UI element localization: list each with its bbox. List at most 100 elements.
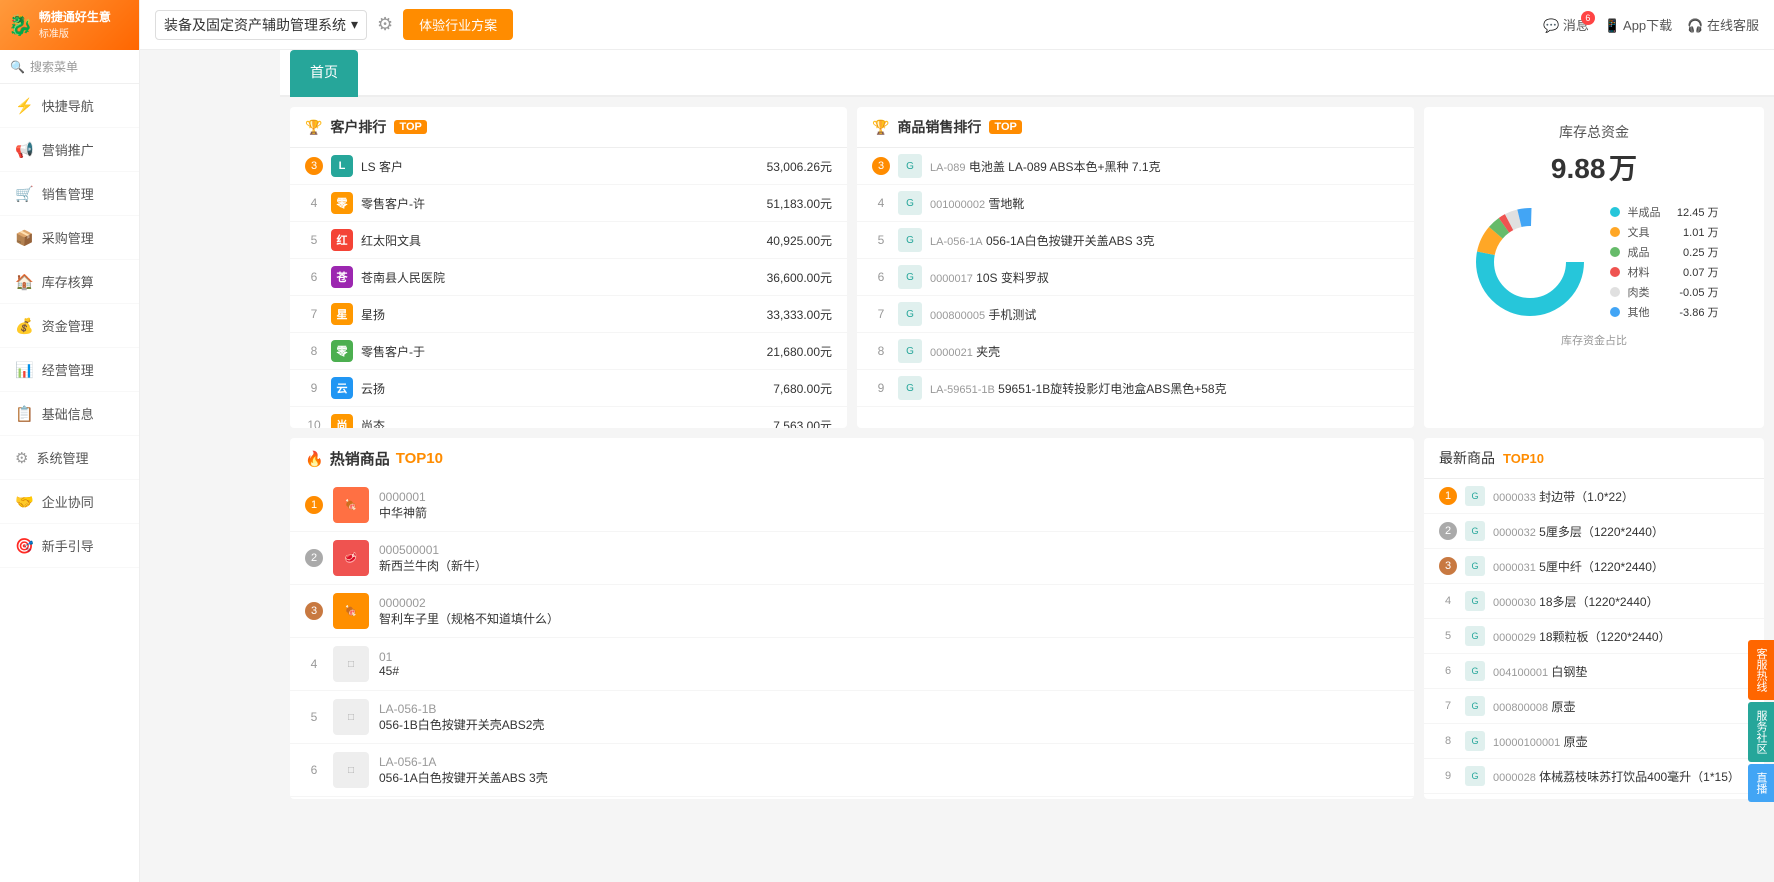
sidebar-item-label: 营销推广	[42, 140, 94, 159]
app-download-label: App下载	[1623, 18, 1672, 33]
product-name: 45#	[379, 664, 1399, 678]
amount: 51,183.00元	[767, 195, 832, 212]
sidebar-item-system[interactable]: ⚙ 系统管理	[0, 436, 139, 480]
product-code: 0000001	[379, 490, 1399, 504]
top-grid: 🏆 客户排行 TOP 3 L LS 客户 53,006.26元 4 零 零售客户…	[280, 97, 1774, 438]
product-code: LA-056-1B	[379, 702, 1399, 716]
product-info: LA-59651-1B 59651-1B旋转投影灯电池盒ABS黑色+58克	[930, 380, 1399, 397]
product-code: 000800005	[930, 310, 985, 322]
amount: 36,600.00元	[767, 269, 832, 286]
sidebar-item-operation[interactable]: 📊 经营管理	[0, 348, 139, 392]
newest-products-header: 最新商品 TOP10	[1424, 438, 1764, 479]
rank-number: 7	[305, 307, 323, 321]
table-row: 7 G 000800005 手机测试	[857, 296, 1414, 333]
logo-sub: 标准版	[39, 25, 111, 40]
cs-community-button[interactable]: 服务社区	[1748, 702, 1774, 762]
list-item: 2 G 0000032 5厘多层（1220*2440）	[1424, 514, 1764, 549]
app-download[interactable]: 📱 App下载	[1604, 15, 1672, 34]
mobile-icon: 📱	[1604, 18, 1620, 33]
product-info: LA-056-1B 056-1B白色按键开关壳ABS2壳	[379, 702, 1399, 733]
inventory-panel: 库存总资金 9.88 万 半成品	[1424, 107, 1764, 428]
list-item: 1 🍖 0000001 中华神箭	[290, 479, 1414, 532]
product-name: 056-1A白色按键开关盖ABS 3壳	[379, 769, 1399, 786]
product-info: 000800005 手机测试	[930, 306, 1399, 323]
dropdown-icon: ▾	[351, 16, 358, 33]
cs-live-button[interactable]: 直播	[1748, 764, 1774, 802]
main-content: 首页 🏆 客户排行 TOP 3 L LS 客户 53,006.26元 4 零	[280, 50, 1774, 882]
amount: 7,563.00元	[773, 417, 832, 429]
customer-name: 尚态	[361, 417, 765, 429]
customer-name: 零售客户-于	[361, 343, 759, 360]
rank-number: 3	[305, 602, 323, 620]
rank-number: 9	[872, 381, 890, 395]
product-thumb: 🍖	[333, 487, 369, 523]
table-row: 4 零 零售客户-许 51,183.00元	[290, 185, 847, 222]
sidebar-item-label: 企业协同	[42, 492, 94, 511]
product-thumb: G	[898, 228, 922, 252]
search-label: 搜索菜单	[30, 58, 78, 75]
rank-number: 5	[305, 710, 323, 724]
top-badge: TOP	[394, 120, 426, 134]
gear-icon[interactable]: ⚙	[377, 14, 393, 35]
sidebar-item-finance[interactable]: 💰 资金管理	[0, 304, 139, 348]
sidebar-item-guide[interactable]: 🎯 新手引导	[0, 524, 139, 568]
rank-number: 8	[872, 344, 890, 358]
sidebar-item-quick-nav[interactable]: ⚡ 快捷导航	[0, 84, 139, 128]
rank-number: 5	[872, 233, 890, 247]
product-info: 0000002 智利车子里（规格不知道填什么）	[379, 596, 1399, 627]
basic-icon: 📋	[15, 405, 34, 423]
product-info: LA-056-1A 056-1A白色按键开关盖ABS 3壳	[379, 755, 1399, 786]
legend-label: 其他	[1628, 304, 1661, 320]
rank-number: 8	[1439, 732, 1457, 750]
marketing-icon: 📢	[15, 141, 34, 159]
product-name: 新西兰牛肉（新牛）	[379, 557, 1399, 574]
list-item: 2 🥩 000500001 新西兰牛肉（新牛）	[290, 532, 1414, 585]
table-row: 6 G 0000017 10S 变料罗叔	[857, 259, 1414, 296]
list-item: 10 G 003800001 22g鱼豆腐-烧烤味（1*12*20）	[1424, 794, 1764, 799]
legend-value: 12.45 万	[1669, 204, 1719, 220]
legend-dot	[1610, 227, 1620, 237]
sidebar-item-purchase[interactable]: 📦 采购管理	[0, 216, 139, 260]
rank-number: 3	[305, 157, 323, 175]
table-row: 10 尚 尚态 7,563.00元	[290, 407, 847, 428]
rank-number: 2	[305, 549, 323, 567]
sidebar-item-basic[interactable]: 📋 基础信息	[0, 392, 139, 436]
sidebar-item-label: 新手引导	[42, 536, 94, 555]
online-service[interactable]: 🎧 在线客服	[1687, 15, 1759, 34]
online-service-label: 在线客服	[1707, 18, 1759, 33]
table-row: 8 G 0000021 夹壳	[857, 333, 1414, 370]
inventory-icon: 🏠	[15, 273, 34, 291]
sidebar-item-enterprise[interactable]: 🤝 企业协同	[0, 480, 139, 524]
avatar: 苍	[331, 266, 353, 288]
message-badge[interactable]: 💬 消息 6	[1543, 15, 1589, 34]
product-thumb: G	[898, 154, 922, 178]
sidebar-item-inventory[interactable]: 🏠 库存核算	[0, 260, 139, 304]
operation-icon: 📊	[15, 361, 34, 379]
legend-item: 肉类 -0.05 万	[1610, 284, 1719, 300]
sidebar-search[interactable]: 🔍 搜索菜单	[0, 50, 139, 84]
trial-button[interactable]: 体验行业方案	[403, 9, 513, 40]
headset-icon: 🎧	[1687, 18, 1703, 33]
product-thumb: G	[1465, 556, 1485, 576]
product-thumb: G	[1465, 591, 1485, 611]
list-item: 6 □ LA-056-1A 056-1A白色按键开关盖ABS 3壳	[290, 744, 1414, 797]
product-name: 10S 变料罗叔	[976, 271, 1049, 285]
table-row: 7 星 星扬 33,333.00元	[290, 296, 847, 333]
product-ranking-list: 3 G LA-089 电池盖 LA-089 ABS本色+黑种 7.1克 4 G …	[857, 148, 1414, 407]
sidebar-item-sales[interactable]: 🛒 销售管理	[0, 172, 139, 216]
rank-number: 10	[305, 418, 323, 428]
system-select[interactable]: 装备及固定资产辅助管理系统 ▾	[155, 10, 367, 40]
product-code: 000800008	[1493, 702, 1548, 714]
rank-number: 7	[872, 307, 890, 321]
tab-home[interactable]: 首页	[290, 50, 358, 97]
donut-chart	[1470, 202, 1590, 322]
sidebar-item-marketing[interactable]: 📢 营销推广	[0, 128, 139, 172]
inventory-total: 9.88 万	[1439, 147, 1749, 187]
purchase-icon: 📦	[15, 229, 34, 247]
legend-label: 材料	[1628, 264, 1661, 280]
product-info: LA-056-1A 056-1A白色按键开关盖ABS 3克	[930, 232, 1399, 249]
product-name: 夹壳	[976, 345, 1000, 359]
rank-number: 6	[1439, 662, 1457, 680]
cs-hotline-button[interactable]: 客服热线	[1748, 640, 1774, 700]
legend-label: 肉类	[1628, 284, 1661, 300]
